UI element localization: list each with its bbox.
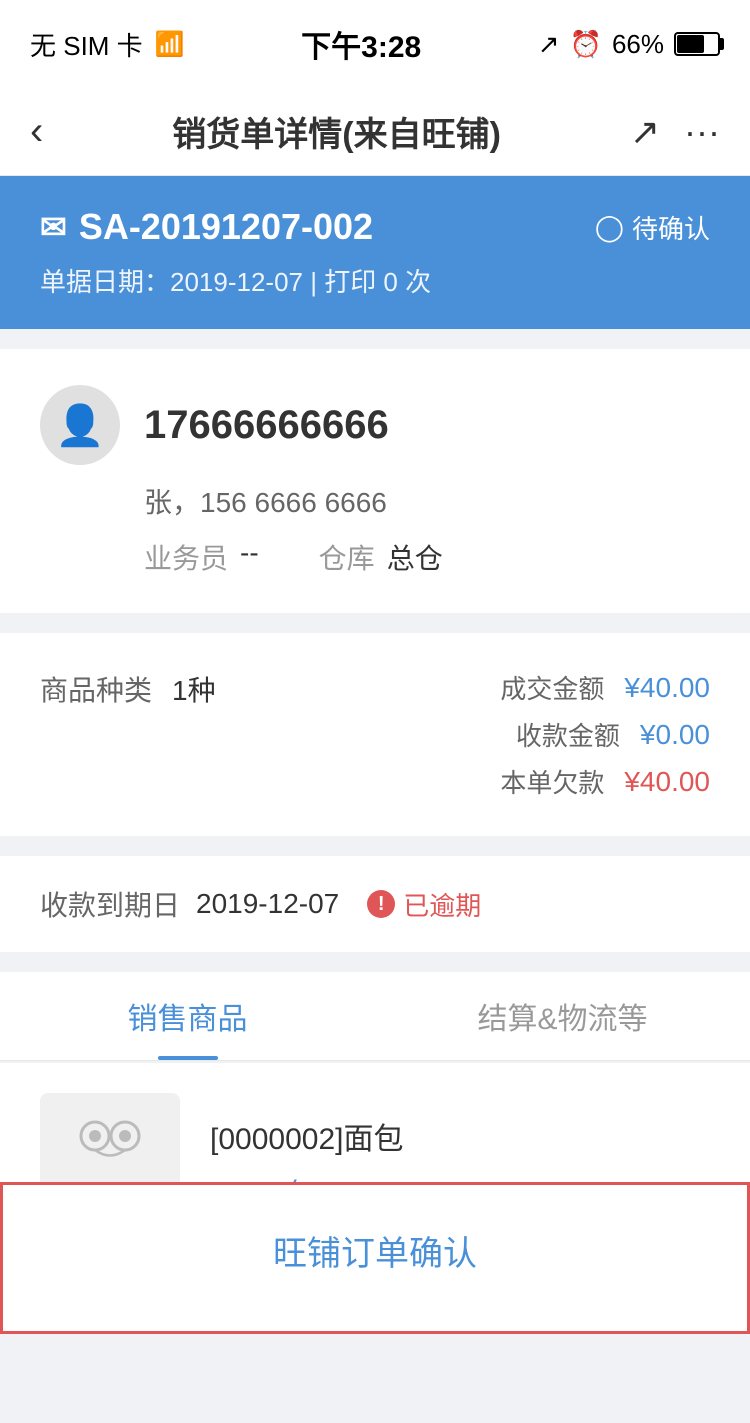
- due-date-card: 收款到期日 2019-12-07 ! 已逾期: [0, 856, 750, 952]
- overdue-text: 已逾期: [403, 886, 481, 923]
- owl-eyes-icon: [75, 1111, 145, 1180]
- battery-text: 66%: [612, 29, 664, 60]
- more-icon[interactable]: ···: [684, 111, 720, 153]
- due-label: 收款到期日: [40, 884, 180, 924]
- status-left: 无 SIM 卡 📶: [30, 26, 185, 63]
- warehouse-field: 仓库 总仓: [319, 537, 443, 577]
- due-date: 2019-12-07: [196, 888, 339, 920]
- overdue-badge: ! 已逾期: [367, 886, 481, 923]
- received-label: 收款金额: [516, 716, 620, 753]
- back-button[interactable]: ‹: [30, 109, 43, 154]
- owed-value: ¥40.00: [624, 766, 710, 798]
- location-icon: ↗: [538, 29, 560, 60]
- stat-row-deal: 成交金额 ¥40.00: [375, 669, 710, 706]
- carrier-text: 无 SIM 卡: [30, 26, 143, 63]
- tabs-bar: 销售商品 结算&物流等: [0, 972, 750, 1061]
- avatar-icon: 👤: [55, 402, 105, 449]
- header-top: ✉ SA-20191207-002 ◯ 待确认: [40, 206, 710, 248]
- page-title: 销货单详情(来自旺铺): [172, 107, 501, 156]
- tab-active-underline: [158, 1056, 218, 1060]
- tab-settlement-label: 结算&物流等: [477, 994, 647, 1038]
- warehouse-label: 仓库: [319, 537, 375, 577]
- salesperson-label: 业务员: [144, 537, 228, 577]
- stats-left: 商品种类 1种: [40, 669, 375, 709]
- status-bar: 无 SIM 卡 📶 下午3:28 ↗ ⏰ 66%: [0, 0, 750, 88]
- customer-card: 👤 17666666666 张，156 6666 6666 业务员 -- 仓库 …: [0, 349, 750, 613]
- status-badge: ◯ 待确认: [595, 209, 710, 246]
- tab-settlement[interactable]: 结算&物流等: [375, 972, 750, 1060]
- confirm-order-button[interactable]: 旺铺订单确认: [43, 1205, 707, 1295]
- order-header: ✉ SA-20191207-002 ◯ 待确认 单据日期：2019-12-07 …: [0, 176, 750, 329]
- customer-info: 张，156 6666 6666: [40, 481, 710, 521]
- order-id: ✉ SA-20191207-002: [40, 206, 373, 248]
- order-date: 单据日期：2019-12-07 | 打印 0 次: [40, 262, 710, 299]
- product-name: [0000002]面包: [210, 1114, 710, 1158]
- order-id-text: SA-20191207-002: [79, 206, 373, 248]
- category-value: 1种: [172, 669, 216, 709]
- battery-bar: [674, 32, 720, 56]
- deal-amount-label: 成交金额: [500, 669, 604, 706]
- stat-row-received: 收款金额 ¥0.00: [375, 716, 710, 753]
- alarm-icon: ⏰: [570, 29, 602, 60]
- customer-top: 👤 17666666666: [40, 385, 710, 465]
- wifi-icon: 📶: [155, 30, 185, 59]
- stats-card: 商品种类 1种 成交金额 ¥40.00 收款金额 ¥0.00 本单欠款 ¥40.…: [0, 633, 750, 836]
- nav-bar: ‹ 销货单详情(来自旺铺) ↗ ···: [0, 88, 750, 176]
- clock-icon: ◯: [595, 212, 624, 243]
- nav-actions: ↗ ···: [630, 111, 720, 153]
- category-label: 商品种类: [40, 669, 152, 709]
- status-text: 待确认: [632, 209, 710, 246]
- avatar: 👤: [40, 385, 120, 465]
- overdue-icon: !: [367, 890, 395, 918]
- confirm-button-wrap: 旺铺订单确认: [0, 1182, 750, 1334]
- received-value: ¥0.00: [640, 719, 710, 751]
- customer-phone: 17666666666: [144, 403, 389, 448]
- stats-right: 成交金额 ¥40.00 收款金额 ¥0.00 本单欠款 ¥40.00: [375, 669, 710, 800]
- salesperson-field: 业务员 --: [144, 537, 259, 577]
- order-icon: ✉: [40, 208, 67, 246]
- time-display: 下午3:28: [301, 22, 421, 66]
- share-icon[interactable]: ↗: [630, 111, 660, 153]
- stat-row-owed: 本单欠款 ¥40.00: [375, 763, 710, 800]
- salesperson-value: --: [240, 537, 259, 577]
- warehouse-value: 总仓: [387, 537, 443, 577]
- owed-label: 本单欠款: [500, 763, 604, 800]
- customer-meta: 业务员 -- 仓库 总仓: [40, 537, 710, 577]
- status-right: ↗ ⏰ 66%: [538, 29, 720, 60]
- tab-sales-product[interactable]: 销售商品: [0, 972, 375, 1060]
- deal-amount-value: ¥40.00: [624, 672, 710, 704]
- tab-sales-label: 销售商品: [128, 994, 248, 1038]
